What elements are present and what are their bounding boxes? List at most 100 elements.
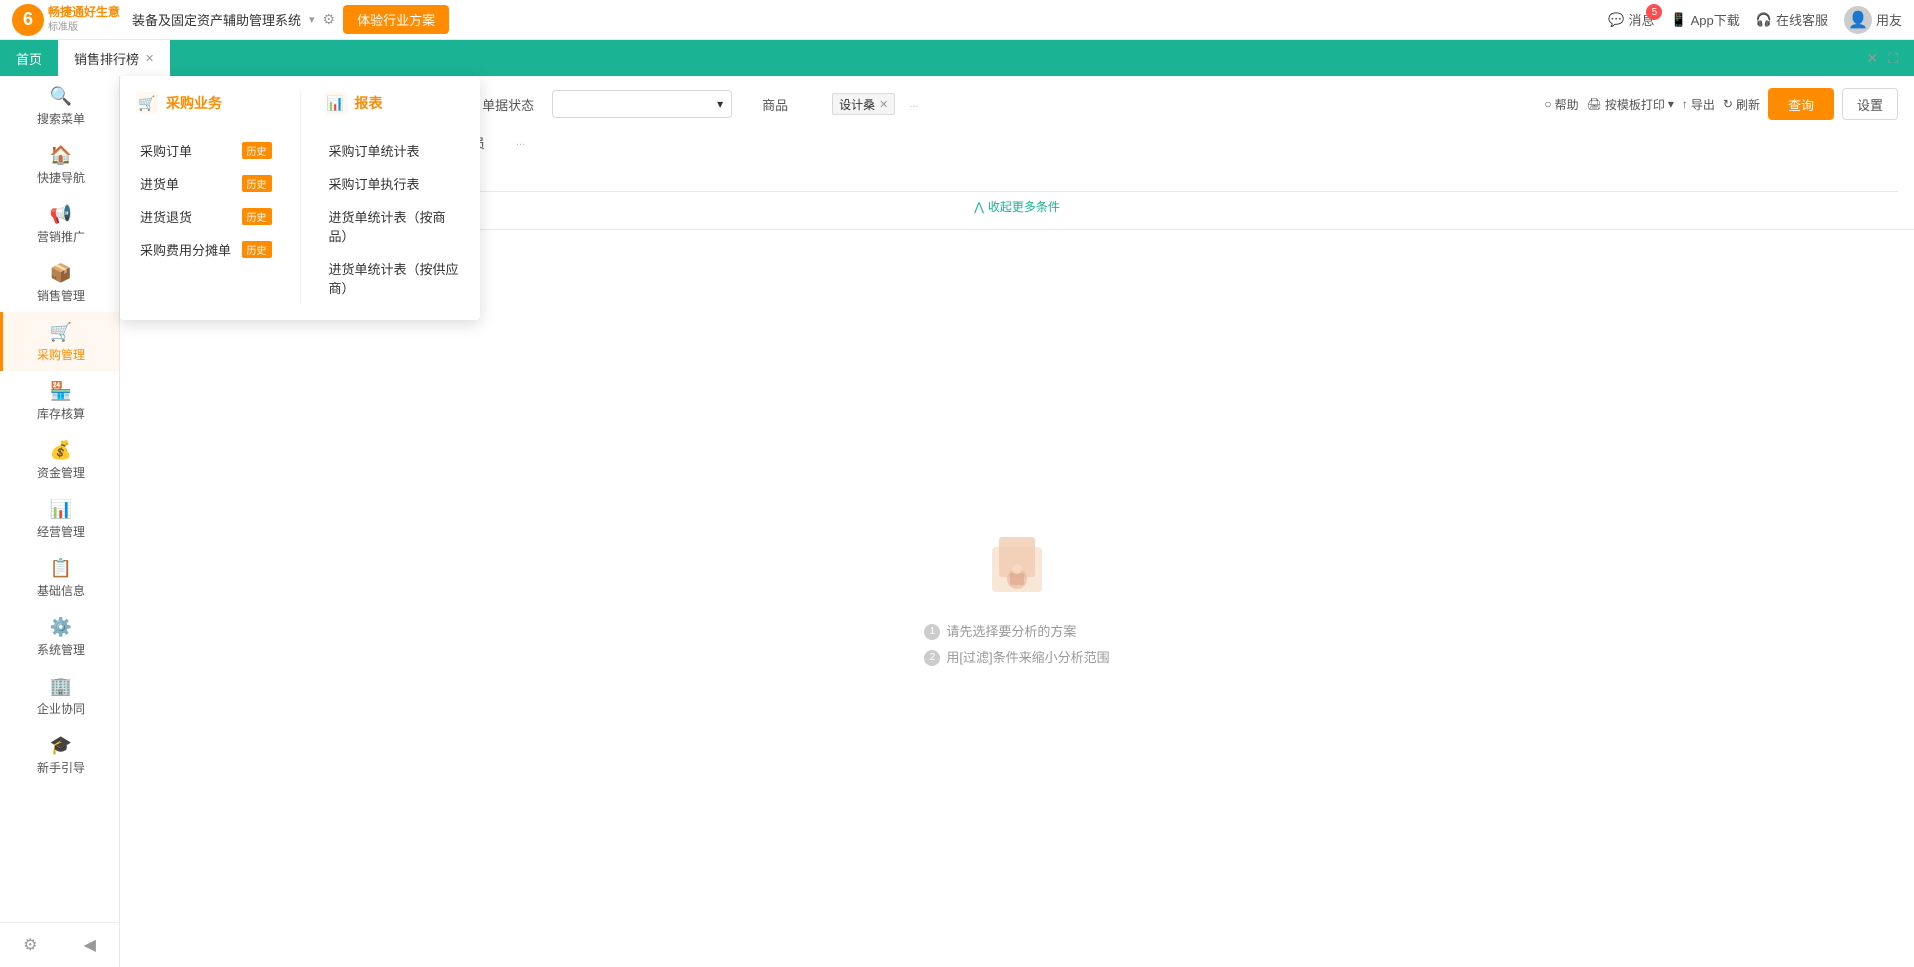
popup-item-purchase-order[interactable]: 采购订单 历史 (136, 134, 276, 167)
empty-illustration (977, 527, 1057, 607)
empty-tips: 1 请先选择要分析的方案 2 用[过滤]条件来缩小分析范围 (924, 619, 1109, 671)
salesman-area: ... (516, 136, 1898, 148)
popup-item-supplier-stat[interactable]: 进货单统计表（按供应商） (325, 252, 465, 304)
help-btn[interactable]: ○ 帮助 (1544, 96, 1578, 113)
hist-badge-3: 历史 (242, 208, 272, 225)
tab-bar: 首页 销售排行榜 ✕ ✕ ⛶ (0, 40, 1914, 76)
report-col-icon: 📊 (325, 92, 347, 114)
export-btn[interactable]: ↑ 导出 (1682, 96, 1715, 113)
home-icon: 🏠 (50, 145, 72, 166)
sidebar: 🔍 搜索菜单 🏠 快捷导航 📢 营销推广 📦 销售管理 🛒 采购管理 🏪 库存核… (0, 76, 120, 967)
system-title-text: 装备及固定资产辅助管理系统 (132, 10, 301, 29)
sidebar-item-marketing[interactable]: 📢 营销推广 (0, 194, 119, 253)
set-btn[interactable]: 设置 (1842, 88, 1898, 120)
window-controls: ✕ ⛶ (1866, 50, 1914, 67)
phone-icon: 📱 (1670, 12, 1686, 28)
sales-icon: 📦 (50, 263, 72, 284)
logo-area: 6 畅捷通好生意 标准版 (12, 4, 132, 36)
doc-status-label: 单据状态 (482, 95, 542, 114)
sidebar-item-search[interactable]: 🔍 搜索菜单 (0, 76, 119, 135)
hist-badge-2: 历史 (242, 175, 272, 192)
tip-num-1: 1 (924, 624, 940, 640)
print-btn[interactable]: 🖨 按模板打印 ▾ (1587, 96, 1674, 113)
purchase-icon: 🛒 (50, 322, 72, 343)
sidebar-item-enterprise[interactable]: 🏢 企业协同 (0, 666, 119, 725)
message-btn[interactable]: 💬 消息 5 (1608, 10, 1654, 29)
marketing-icon: 📢 (50, 204, 72, 225)
tab-close-icon[interactable]: ✕ (145, 52, 154, 65)
help-icon: ○ (1544, 97, 1551, 111)
user-area[interactable]: 👤 用友 (1844, 6, 1902, 34)
tip-item-2: 2 用[过滤]条件来缩小分析范围 (924, 645, 1109, 671)
sidebar-item-guide[interactable]: 🎓 新手引导 (0, 725, 119, 784)
operations-icon: 📊 (50, 499, 72, 520)
sidebar-collapse-btn[interactable]: ◀ (76, 931, 104, 959)
export-icon: ↑ (1682, 97, 1688, 111)
search-icon: 🔍 (50, 86, 72, 107)
system-title-area: 装备及固定资产辅助管理系统 ▾ ⚙ 体验行业方案 (132, 5, 1608, 34)
online-service-btn[interactable]: 🎧 在线客服 (1756, 10, 1828, 29)
sidebar-item-basic-info[interactable]: 📋 基础信息 (0, 548, 119, 607)
dropdown-arrow-icon[interactable]: ▾ (309, 13, 315, 26)
basic-info-icon: 📋 (50, 558, 72, 579)
popup-item-purchase-expense[interactable]: 采购费用分摊单 历史 (136, 233, 276, 266)
goods-more-icon[interactable]: ... (909, 98, 918, 110)
refresh-icon: ↻ (1723, 97, 1733, 111)
app-download-btn[interactable]: 📱 App下载 (1670, 10, 1739, 29)
popup-divider (300, 92, 301, 304)
top-header: 6 畅捷通好生意 标准版 装备及固定资产辅助管理系统 ▾ ⚙ 体验行业方案 💬 … (0, 0, 1914, 40)
window-close-icon[interactable]: ✕ (1866, 50, 1878, 67)
popup-report-title: 📊 报表 (325, 92, 465, 122)
sidebar-item-finance[interactable]: 💰 资金管理 (0, 430, 119, 489)
logo-text: 畅捷通好生意 标准版 (48, 5, 120, 34)
hist-badge-4: 历史 (242, 241, 272, 258)
popup-item-goods-stat[interactable]: 进货单统计表（按商品） (325, 200, 465, 252)
collapse-up-icon: ⋀ (974, 200, 984, 214)
goods-label: 商品 (762, 95, 822, 114)
popup-item-purchase-goods[interactable]: 进货单 历史 (136, 167, 276, 200)
refresh-btn[interactable]: ↻ 刷新 (1723, 96, 1760, 113)
print-icon: 🖨 (1587, 97, 1602, 111)
doc-status-select[interactable]: ▾ (552, 90, 732, 118)
message-icon: 💬 (1608, 12, 1624, 28)
tab-sales-rank[interactable]: 销售排行榜 ✕ (58, 40, 170, 76)
finance-icon: 💰 (50, 440, 72, 461)
goods-tag-close[interactable]: ✕ (879, 98, 888, 111)
window-expand-icon[interactable]: ⛶ (1888, 50, 1898, 67)
tab-home[interactable]: 首页 (0, 40, 58, 76)
headset-icon: 🎧 (1756, 12, 1772, 28)
print-arrow-icon: ▾ (1668, 97, 1674, 111)
header-right: 💬 消息 5 📱 App下载 🎧 在线客服 👤 用友 (1608, 6, 1902, 34)
sidebar-settings-btn[interactable]: ⚙ (15, 931, 45, 959)
sidebar-item-system[interactable]: ⚙️ 系统管理 (0, 607, 119, 666)
guide-icon: 🎓 (50, 735, 72, 756)
dropdown-popup: 🛒 采购业务 采购订单 历史 进货单 历史 进货退货 历史 采购费用分摊单 历史… (120, 76, 480, 320)
popup-item-purchase-order-stat[interactable]: 采购订单统计表 (325, 134, 465, 167)
sidebar-item-inventory[interactable]: 🏪 库存核算 (0, 371, 119, 430)
query-btn[interactable]: 查询 (1768, 88, 1834, 120)
hist-badge-1: 历史 (242, 142, 272, 159)
gear-icon[interactable]: ⚙ (323, 11, 336, 28)
inventory-icon: 🏪 (50, 381, 72, 402)
popup-purchase-title: 🛒 采购业务 (136, 92, 276, 122)
popup-purchase-col: 🛒 采购业务 采购订单 历史 进货单 历史 进货退货 历史 采购费用分摊单 历史 (136, 92, 276, 304)
message-badge: 5 (1646, 4, 1662, 20)
sidebar-item-quick-nav[interactable]: 🏠 快捷导航 (0, 135, 119, 194)
system-icon: ⚙️ (50, 617, 72, 638)
goods-tag: 设计桑 ✕ (832, 93, 895, 115)
sidebar-item-purchase[interactable]: 🛒 采购管理 (0, 312, 119, 371)
popup-item-purchase-order-exec[interactable]: 采购订单执行表 (325, 167, 465, 200)
tip-num-2: 2 (924, 650, 940, 666)
industry-btn[interactable]: 体验行业方案 (343, 5, 449, 34)
avatar: 👤 (1844, 6, 1872, 34)
empty-state: 1 请先选择要分析的方案 2 用[过滤]条件来缩小分析范围 (120, 230, 1914, 967)
tip-item-1: 1 请先选择要分析的方案 (924, 619, 1109, 645)
sidebar-item-operations[interactable]: 📊 经营管理 (0, 489, 119, 548)
salesman-more-icon[interactable]: ... (516, 136, 525, 148)
chevron-down-icon: ▾ (717, 97, 723, 111)
popup-item-purchase-return[interactable]: 进货退货 历史 (136, 200, 276, 233)
sidebar-item-sales[interactable]: 📦 销售管理 (0, 253, 119, 312)
purchase-col-icon: 🛒 (136, 92, 158, 114)
popup-report-col: 📊 报表 采购订单统计表 采购订单执行表 进货单统计表（按商品） 进货单统计表（… (325, 92, 465, 304)
sidebar-bottom: ⚙ ◀ (0, 922, 119, 967)
